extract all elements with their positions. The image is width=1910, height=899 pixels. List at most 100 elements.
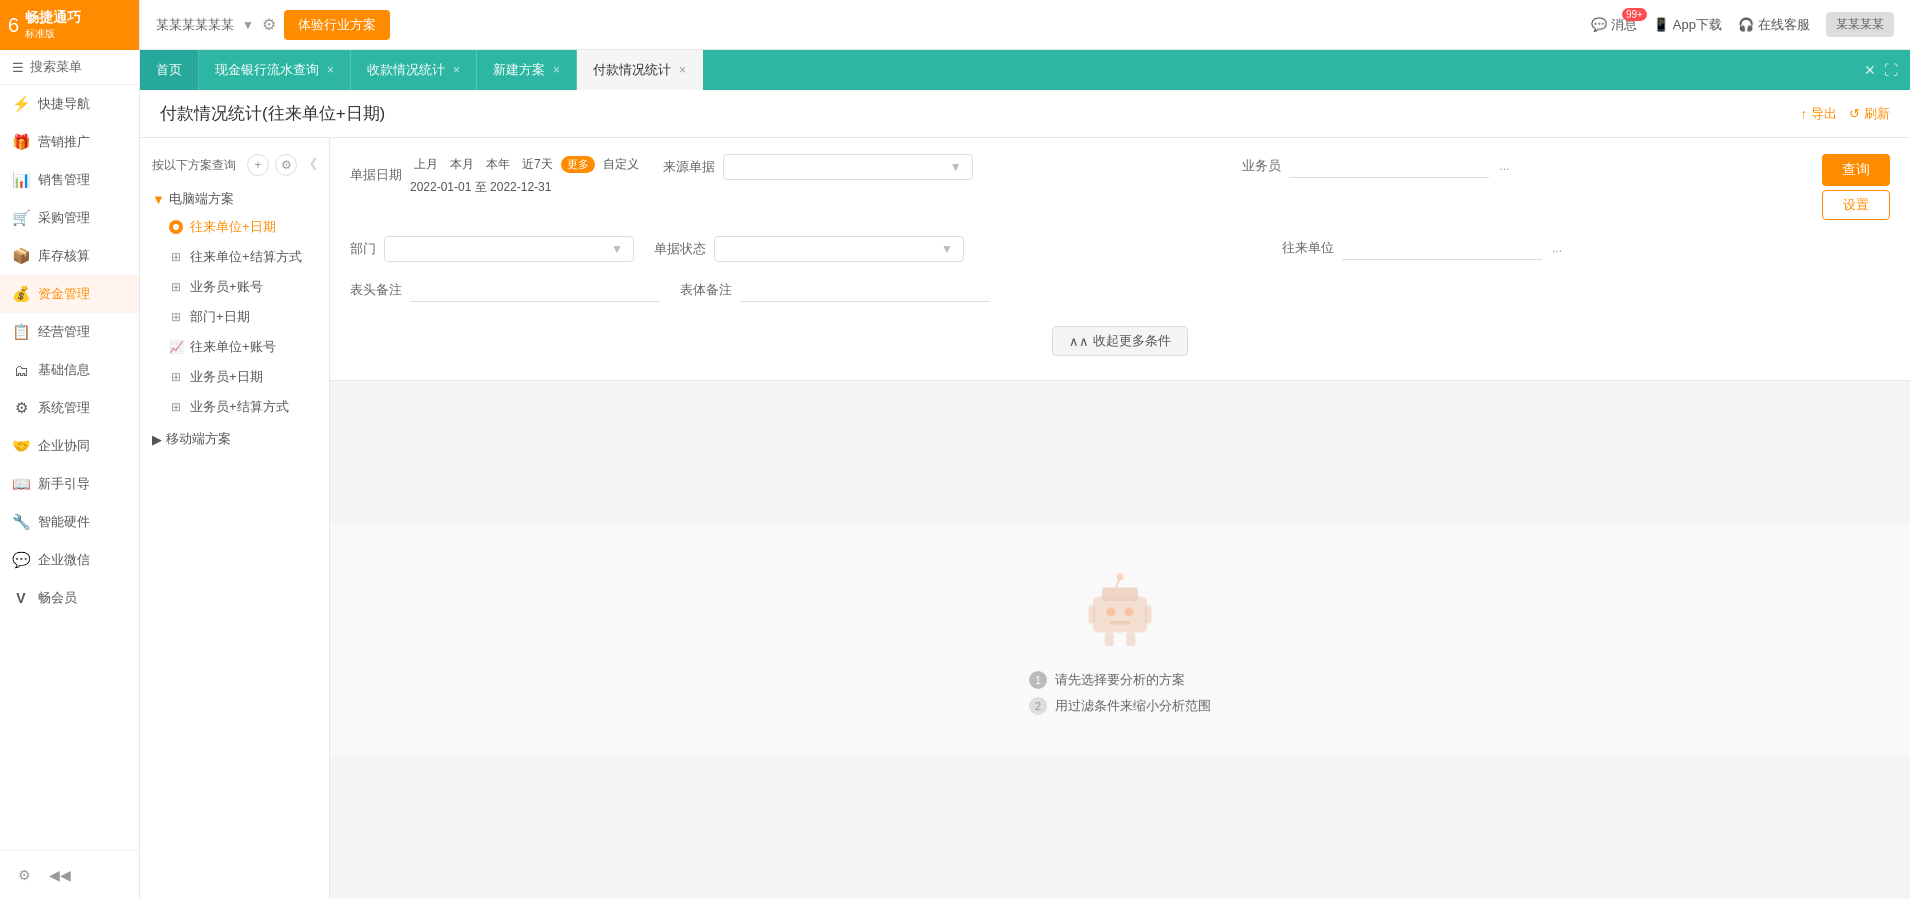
scheme-item-staff-account[interactable]: ⊞ 业务员+账号	[140, 272, 329, 302]
sidebar-item-vip[interactable]: V 畅会员	[0, 579, 139, 617]
scheme-item-unit-account[interactable]: 📈 往来单位+账号	[140, 332, 329, 362]
scheme-staff-account-icon: ⊞	[168, 279, 184, 295]
sidebar-item-purchase[interactable]: 🛒 采购管理	[0, 199, 139, 237]
filter-staff-dots[interactable]: ...	[1499, 159, 1509, 173]
sidebar-item-guide[interactable]: 📖 新手引导	[0, 465, 139, 503]
sidebar-item-system[interactable]: ⚙ 系统管理	[0, 389, 139, 427]
date-custom-btn[interactable]: 自定义	[599, 154, 643, 175]
finance-icon: 💰	[12, 285, 30, 303]
topbar-gear-btn[interactable]: ⚙	[262, 15, 276, 34]
scheme-setting-btn[interactable]: ⚙	[275, 154, 297, 176]
filter-date-item: 单据日期 上月 本月 本年 近7天 更多 自定义	[350, 154, 643, 196]
desktop-group-header[interactable]: ▼ 电脑端方案	[140, 186, 329, 212]
tab-home[interactable]: 首页	[140, 50, 199, 90]
add-scheme-btn[interactable]: +	[247, 154, 269, 176]
scheme-active-icon	[168, 219, 184, 235]
window-close-btn[interactable]: ✕	[1864, 62, 1876, 78]
sidebar-item-quick-nav[interactable]: ⚡ 快捷导航	[0, 85, 139, 123]
operation-label: 经营管理	[38, 323, 90, 341]
tab-new-scheme-close[interactable]: ×	[553, 63, 560, 77]
tip-num-2: 2	[1029, 697, 1047, 715]
scheme-unit-settle-label: 往来单位+结算方式	[190, 248, 302, 266]
tab-receipt-stats[interactable]: 收款情况统计 ×	[351, 50, 477, 90]
sidebar-item-basic-info[interactable]: 🗂 基础信息	[0, 351, 139, 389]
topbar-right: 💬 消息 99+ 📱 App下载 🎧 在线客服 某某某某	[1591, 12, 1894, 37]
window-maximize-btn[interactable]: ⛶	[1884, 62, 1898, 78]
date-last-month[interactable]: 上月	[410, 154, 442, 175]
sidebar-item-wechat[interactable]: 💬 企业微信	[0, 541, 139, 579]
date-this-year[interactable]: 本年	[482, 154, 514, 175]
sidebar-item-operation[interactable]: 📋 经营管理	[0, 313, 139, 351]
scheme-item-unit-settle[interactable]: ⊞ 往来单位+结算方式	[140, 242, 329, 272]
tab-cash-flow-close[interactable]: ×	[327, 63, 334, 77]
scheme-unit-account-label: 往来单位+账号	[190, 338, 276, 356]
svg-rect-8	[1144, 606, 1151, 624]
filter-source-select[interactable]: ▼	[723, 154, 973, 180]
settings-gear-btn[interactable]: ⚙	[10, 861, 38, 889]
sidebar-item-inventory[interactable]: 📦 库存核算	[0, 237, 139, 275]
date-last-7days[interactable]: 近7天	[518, 154, 557, 175]
date-range-display[interactable]: 2022-01-01 至 2022-12-31	[410, 179, 643, 196]
sidebar-item-finance[interactable]: 💰 资金管理	[0, 275, 139, 313]
scheme-item-unit-date[interactable]: 往来单位+日期	[140, 212, 329, 242]
filter-status-select[interactable]: ▼	[714, 236, 964, 262]
collapse-sidebar-btn[interactable]: ◀◀	[46, 861, 74, 889]
query-buttons: 查询 设置	[1822, 154, 1890, 220]
tab-payment-stats[interactable]: 付款情况统计 ×	[577, 50, 703, 90]
company-dropdown-btn[interactable]: ▼	[242, 18, 254, 32]
guide-icon: 📖	[12, 475, 30, 493]
hardware-icon: 🔧	[12, 513, 30, 531]
try-industry-btn[interactable]: 体验行业方案	[284, 10, 390, 40]
tab-new-scheme[interactable]: 新建方案 ×	[477, 50, 577, 90]
scheme-item-staff-date[interactable]: ⊞ 业务员+日期	[140, 362, 329, 392]
scheme-item-dept-date[interactable]: ⊞ 部门+日期	[140, 302, 329, 332]
filter-staff-input[interactable]	[1289, 154, 1489, 178]
sidebar-item-enterprise[interactable]: 🤝 企业协同	[0, 427, 139, 465]
query-btn[interactable]: 查询	[1822, 154, 1890, 186]
collapse-scheme-btn[interactable]: 《	[303, 156, 317, 174]
tab-cash-flow[interactable]: 现金银行流水查询 ×	[199, 50, 351, 90]
filter-dept-label: 部门	[350, 240, 376, 258]
scheme-group-mobile: ▶ 移动端方案	[140, 426, 329, 452]
sidebar-item-marketing[interactable]: 🎁 营销推广	[0, 123, 139, 161]
online-service-btn[interactable]: 🎧 在线客服	[1738, 16, 1810, 34]
logo-sub: 标准版	[25, 27, 81, 41]
tab-receipt-stats-close[interactable]: ×	[453, 63, 460, 77]
filter-source-label: 来源单据	[663, 158, 715, 176]
inventory-label: 库存核算	[38, 247, 90, 265]
filter-unit-input[interactable]	[1342, 236, 1542, 260]
page-title: 付款情况统计(往来单位+日期)	[160, 102, 385, 125]
filter-header-note-input[interactable]	[410, 278, 660, 302]
desktop-group-label: 电脑端方案	[169, 190, 234, 208]
user-avatar[interactable]: 某某某某	[1826, 12, 1894, 37]
tab-payment-stats-close[interactable]: ×	[679, 63, 686, 77]
app-download-btn[interactable]: 📱 App下载	[1653, 16, 1722, 34]
filter-body-note-input[interactable]	[740, 278, 990, 302]
date-more-btn[interactable]: 更多	[561, 156, 595, 173]
sales-icon: 📊	[12, 171, 30, 189]
filter-dept-select[interactable]: ▼	[384, 236, 634, 262]
vip-icon: V	[12, 589, 30, 607]
date-this-month[interactable]: 本月	[446, 154, 478, 175]
sidebar-item-hardware[interactable]: 🔧 智能硬件	[0, 503, 139, 541]
svg-rect-6	[1109, 621, 1131, 625]
scheme-unit-account-icon: 📈	[168, 339, 184, 355]
filter-header-note-item: 表头备注	[350, 278, 660, 302]
filter-unit-dots[interactable]: ...	[1552, 241, 1562, 255]
svg-rect-7	[1089, 606, 1096, 624]
sidebar-item-sales[interactable]: 📊 销售管理	[0, 161, 139, 199]
mobile-group-header[interactable]: ▶ 移动端方案	[140, 426, 329, 452]
message-btn[interactable]: 💬 消息 99+	[1591, 16, 1637, 34]
empty-state-image	[1075, 565, 1165, 655]
filter-row-2: 部门 ▼ 单据状态 ▼	[350, 236, 1890, 262]
scheme-item-staff-settle[interactable]: ⊞ 业务员+结算方式	[140, 392, 329, 422]
topbar-left: 某某某某某某 ▼ ⚙ 体验行业方案	[156, 10, 1579, 40]
sidebar-item-search-menu[interactable]: ☰ 搜索菜单	[0, 50, 139, 85]
tab-home-label: 首页	[156, 61, 182, 79]
app-icon: 📱	[1653, 17, 1669, 32]
desktop-group-arrow: ▼	[152, 192, 165, 207]
collapse-more-btn[interactable]: ∧∧ 收起更多条件	[1052, 326, 1188, 356]
refresh-btn[interactable]: ↺ 刷新	[1849, 105, 1890, 123]
export-btn[interactable]: ↑ 导出	[1801, 105, 1838, 123]
filter-setting-btn[interactable]: 设置	[1822, 190, 1890, 220]
